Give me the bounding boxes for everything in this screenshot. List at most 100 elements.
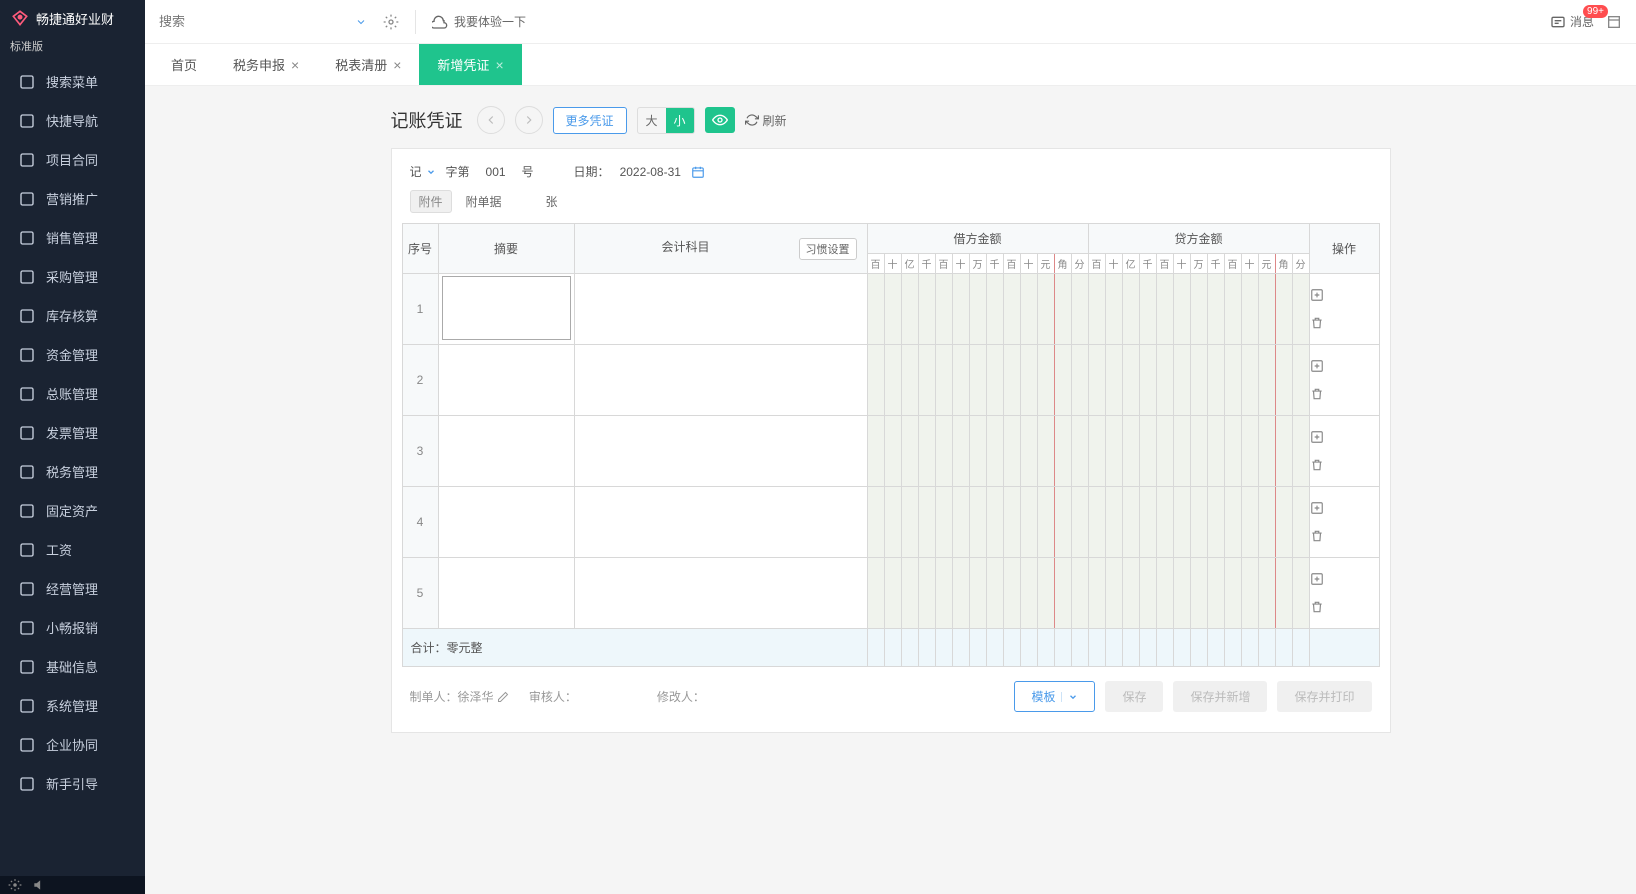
tab-2[interactable]: 税表清册× — [317, 44, 419, 85]
preview-button[interactable] — [705, 107, 735, 133]
subject-cell[interactable] — [574, 345, 867, 416]
prev-voucher-button[interactable] — [477, 106, 505, 134]
expand-icon[interactable] — [1606, 14, 1622, 30]
size-large-button[interactable]: 大 — [638, 108, 666, 133]
more-voucher-button[interactable]: 更多凭证 — [553, 107, 627, 134]
sidebar-item-3[interactable]: 营销推广 — [0, 179, 145, 218]
cloud-icon — [432, 14, 448, 30]
experience-link[interactable]: 我要体验一下 — [432, 13, 526, 30]
sidebar-item-0[interactable]: 搜索菜单 — [0, 62, 145, 101]
sound-icon[interactable] — [32, 878, 46, 892]
habit-settings-button[interactable]: 习惯设置 — [799, 238, 857, 260]
voucher-date[interactable]: 2022-08-31 — [620, 165, 681, 179]
sidebar-item-8[interactable]: 总账管理 — [0, 374, 145, 413]
save-new-button[interactable]: 保存并新增 — [1173, 681, 1267, 712]
col-summary: 摘要 — [438, 224, 574, 274]
summary-input[interactable] — [442, 276, 571, 340]
voucher-footer: 制单人：徐泽华 审核人： 修改人： 模板 保存 保存并新增 — [402, 667, 1380, 712]
refresh-button[interactable]: 刷新 — [745, 112, 787, 129]
chevron-down-icon[interactable] — [355, 16, 367, 28]
search-wrap — [159, 14, 399, 30]
attachment-button[interactable]: 附件 — [410, 190, 452, 213]
brand-name: 畅捷通好业财 — [36, 9, 114, 28]
col-ops: 操作 — [1309, 224, 1379, 274]
sidebar-item-5[interactable]: 采购管理 — [0, 257, 145, 296]
sidebar-item-15[interactable]: 基础信息 — [0, 647, 145, 686]
add-row-icon[interactable] — [1310, 359, 1379, 373]
sidebar-item-1[interactable]: 快捷导航 — [0, 101, 145, 140]
sidebar-item-10[interactable]: 税务管理 — [0, 452, 145, 491]
col-subject: 会计科目 习惯设置 — [574, 224, 867, 274]
sidebar-item-17[interactable]: 企业协同 — [0, 725, 145, 764]
close-icon[interactable]: × — [291, 57, 299, 73]
main: 我要体验一下 消息 99+ 首页税务申报×税表清册×新增凭证× 记账凭证 — [145, 0, 1636, 894]
size-toggle: 大 小 — [637, 107, 695, 134]
message-badge: 99+ — [1583, 5, 1608, 18]
refresh-icon — [745, 113, 759, 127]
table-row: 4 — [402, 487, 1379, 558]
tab-0[interactable]: 首页 — [153, 44, 215, 85]
sidebar-item-9[interactable]: 发票管理 — [0, 413, 145, 452]
settings-icon[interactable] — [383, 14, 399, 30]
calendar-icon[interactable] — [691, 165, 705, 179]
sidebar-item-4[interactable]: 销售管理 — [0, 218, 145, 257]
voucher-number[interactable]: 001 — [480, 165, 512, 179]
sidebar-item-18[interactable]: 新手引导 — [0, 764, 145, 803]
sidebar-bottom — [0, 876, 145, 894]
sidebar-item-11[interactable]: 固定资产 — [0, 491, 145, 530]
sidebar-item-2[interactable]: 项目合同 — [0, 140, 145, 179]
summary-cell[interactable] — [438, 558, 574, 629]
sidebar-item-7[interactable]: 资金管理 — [0, 335, 145, 374]
nav-list: 搜索菜单快捷导航项目合同营销推广销售管理采购管理库存核算资金管理总账管理发票管理… — [0, 62, 145, 876]
voucher-card: 记 字第 001 号 日期： 2022-08-31 附件 附单据 张 — [391, 148, 1391, 733]
next-voucher-button[interactable] — [515, 106, 543, 134]
summary-cell[interactable] — [438, 345, 574, 416]
version-badge: 标准版 — [0, 36, 145, 56]
sidebar-item-16[interactable]: 系统管理 — [0, 686, 145, 725]
size-small-button[interactable]: 小 — [666, 108, 694, 133]
summary-cell[interactable] — [438, 487, 574, 558]
message-button[interactable]: 消息 99+ — [1550, 13, 1594, 30]
search-input[interactable] — [159, 14, 347, 29]
close-icon[interactable]: × — [495, 57, 503, 73]
sidebar-item-14[interactable]: 小畅报销 — [0, 608, 145, 647]
sidebar-item-12[interactable]: 工资 — [0, 530, 145, 569]
save-button[interactable]: 保存 — [1105, 681, 1163, 712]
sidebar-item-6[interactable]: 库存核算 — [0, 296, 145, 335]
table-row: 3 — [402, 416, 1379, 487]
tab-3[interactable]: 新增凭证× — [419, 44, 521, 85]
delete-row-icon[interactable] — [1310, 316, 1379, 330]
subject-cell[interactable] — [574, 274, 867, 345]
summary-cell[interactable] — [438, 416, 574, 487]
subject-cell[interactable] — [574, 416, 867, 487]
delete-row-icon[interactable] — [1310, 529, 1379, 543]
add-row-icon[interactable] — [1310, 430, 1379, 444]
add-row-icon[interactable] — [1310, 572, 1379, 586]
template-button[interactable]: 模板 — [1014, 681, 1095, 712]
edit-icon[interactable] — [497, 691, 509, 703]
message-icon — [1550, 14, 1566, 30]
content: 记账凭证 更多凭证 大 小 刷新 — [145, 86, 1636, 894]
topbar: 我要体验一下 消息 99+ — [145, 0, 1636, 44]
table-row: 2 — [402, 345, 1379, 416]
modifier-label: 修改人： — [657, 688, 705, 705]
close-icon[interactable]: × — [393, 57, 401, 73]
save-print-button[interactable]: 保存并打印 — [1277, 681, 1371, 712]
sidebar-item-13[interactable]: 经营管理 — [0, 569, 145, 608]
delete-row-icon[interactable] — [1310, 458, 1379, 472]
voucher-type-select[interactable]: 记 — [410, 163, 436, 180]
eye-icon — [712, 112, 728, 128]
delete-row-icon[interactable] — [1310, 387, 1379, 401]
tab-1[interactable]: 税务申报× — [215, 44, 317, 85]
subject-cell[interactable] — [574, 487, 867, 558]
col-seq: 序号 — [402, 224, 438, 274]
chevron-down-icon — [1068, 692, 1078, 702]
page-title: 记账凭证 — [391, 107, 463, 133]
subject-cell[interactable] — [574, 558, 867, 629]
attachment-row: 附件 附单据 张 — [402, 190, 1380, 223]
delete-row-icon[interactable] — [1310, 600, 1379, 614]
add-row-icon[interactable] — [1310, 288, 1379, 302]
add-row-icon[interactable] — [1310, 501, 1379, 515]
gear-icon[interactable] — [8, 878, 22, 892]
voucher-toolbar: 记账凭证 更多凭证 大 小 刷新 — [391, 98, 1391, 148]
